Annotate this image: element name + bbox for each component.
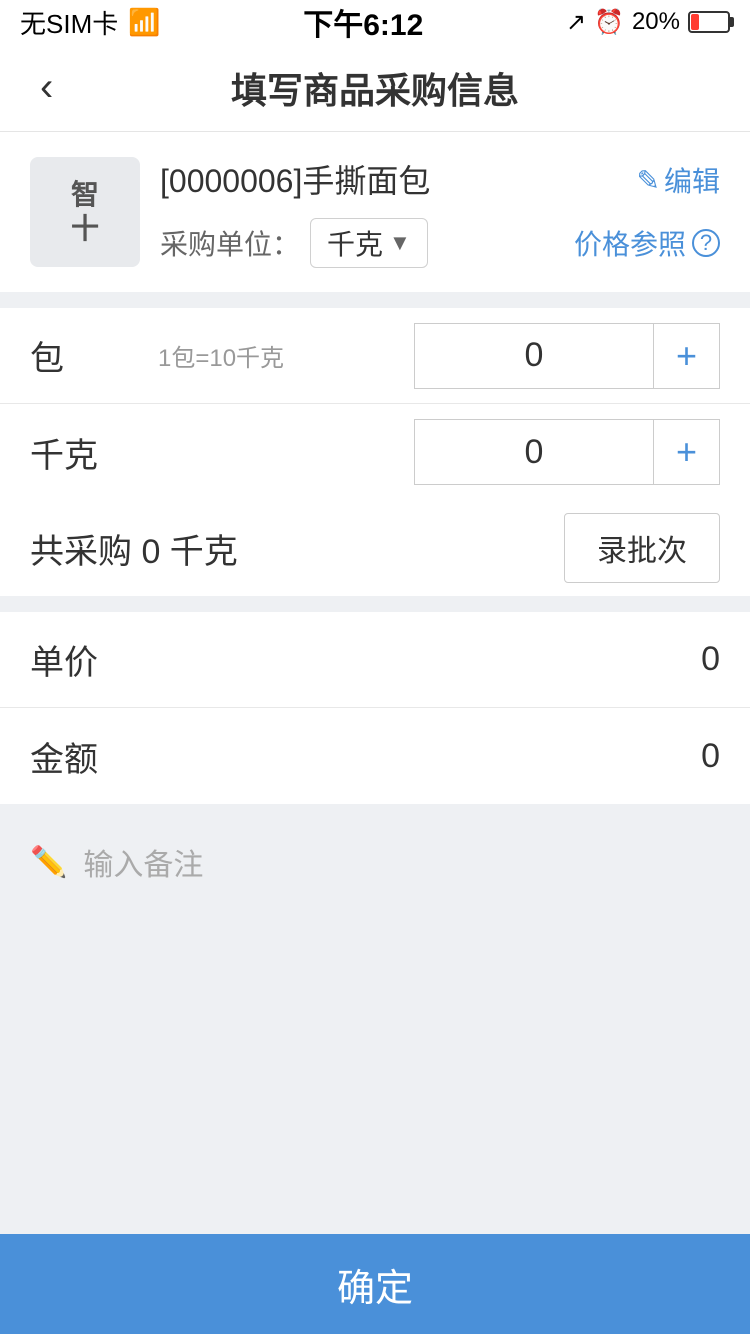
amount-row: 金额 0: [0, 708, 750, 804]
remark-section[interactable]: ✏️ 输入备注: [0, 812, 750, 912]
location-icon: ↗: [566, 8, 586, 37]
unit-price-row: 单价 0: [0, 612, 750, 708]
unit-price-value: 0: [701, 640, 720, 679]
remark-placeholder: 输入备注: [83, 840, 203, 884]
amount-value: 0: [701, 737, 720, 776]
unit-value: 千克: [327, 223, 383, 263]
wifi-icon: 📶: [128, 7, 160, 38]
bao-input-row: 包 1包=10千克 +: [0, 308, 750, 404]
edit-icon: ✎: [637, 164, 660, 197]
summary-row: 共采购 0 千克 录批次: [0, 500, 750, 596]
product-image: 智 十: [30, 157, 140, 267]
status-left: 无SIM卡 📶: [20, 4, 161, 41]
record-batch-button[interactable]: 录批次: [564, 513, 720, 583]
kg-plus-button[interactable]: +: [654, 419, 720, 485]
kg-label: 千克: [30, 428, 150, 477]
bao-input[interactable]: [414, 323, 654, 389]
confirm-button[interactable]: 确定: [0, 1234, 750, 1334]
bao-plus-button[interactable]: +: [654, 323, 720, 389]
pencil-icon: ✏️: [30, 845, 67, 880]
page-title: 填写商品采购信息: [231, 62, 519, 114]
edit-label: 编辑: [664, 160, 720, 200]
status-bar: 无SIM卡 📶 下午6:12 ↗ ⏰ 20%: [0, 0, 750, 44]
divider-2: [0, 604, 750, 612]
bao-field-wrapper: +: [284, 323, 720, 389]
dropdown-arrow-icon: ▼: [389, 230, 411, 256]
amount-label: 金额: [30, 732, 98, 781]
bao-label: 包: [30, 331, 150, 380]
price-reference-button[interactable]: 价格参照 ?: [574, 223, 720, 263]
input-section: 包 1包=10千克 + 千克 +: [0, 308, 750, 500]
carrier-label: 无SIM卡: [20, 4, 118, 41]
battery-icon: [688, 11, 730, 33]
product-meta: 采购单位： 千克 ▼ 价格参照 ?: [160, 218, 720, 268]
bao-sublabel: 1包=10千克: [158, 338, 284, 373]
kg-field-wrapper: +: [150, 419, 720, 485]
status-time: 下午6:12: [303, 0, 423, 44]
kg-input-row: 千克 +: [0, 404, 750, 500]
price-section: 单价 0 金额 0: [0, 612, 750, 812]
nav-bar: ‹ 填写商品采购信息: [0, 44, 750, 132]
kg-input[interactable]: [414, 419, 654, 485]
price-ref-label: 价格参照: [574, 223, 686, 263]
purchase-unit: 采购单位： 千克 ▼: [160, 218, 428, 268]
battery-percent: 20%: [632, 8, 680, 36]
product-card: 智 十 [0000006]手撕面包 采购单位： 千克 ▼ 价格参照 ? ✎ 编辑: [0, 132, 750, 300]
summary-text: 共采购 0 千克: [30, 524, 238, 573]
unit-selector[interactable]: 千克 ▼: [310, 218, 428, 268]
help-icon: ?: [692, 229, 720, 257]
summary-section: 共采购 0 千克 录批次: [0, 500, 750, 604]
purchase-unit-label: 采购单位：: [160, 223, 300, 263]
edit-button[interactable]: ✎ 编辑: [637, 160, 720, 200]
product-logo: 智 十: [71, 178, 99, 245]
status-right: ↗ ⏰ 20%: [566, 8, 730, 37]
alarm-icon: ⏰: [594, 8, 624, 37]
back-button[interactable]: ‹: [30, 55, 63, 120]
unit-price-label: 单价: [30, 635, 98, 684]
battery-fill: [691, 14, 699, 30]
divider-1: [0, 300, 750, 308]
